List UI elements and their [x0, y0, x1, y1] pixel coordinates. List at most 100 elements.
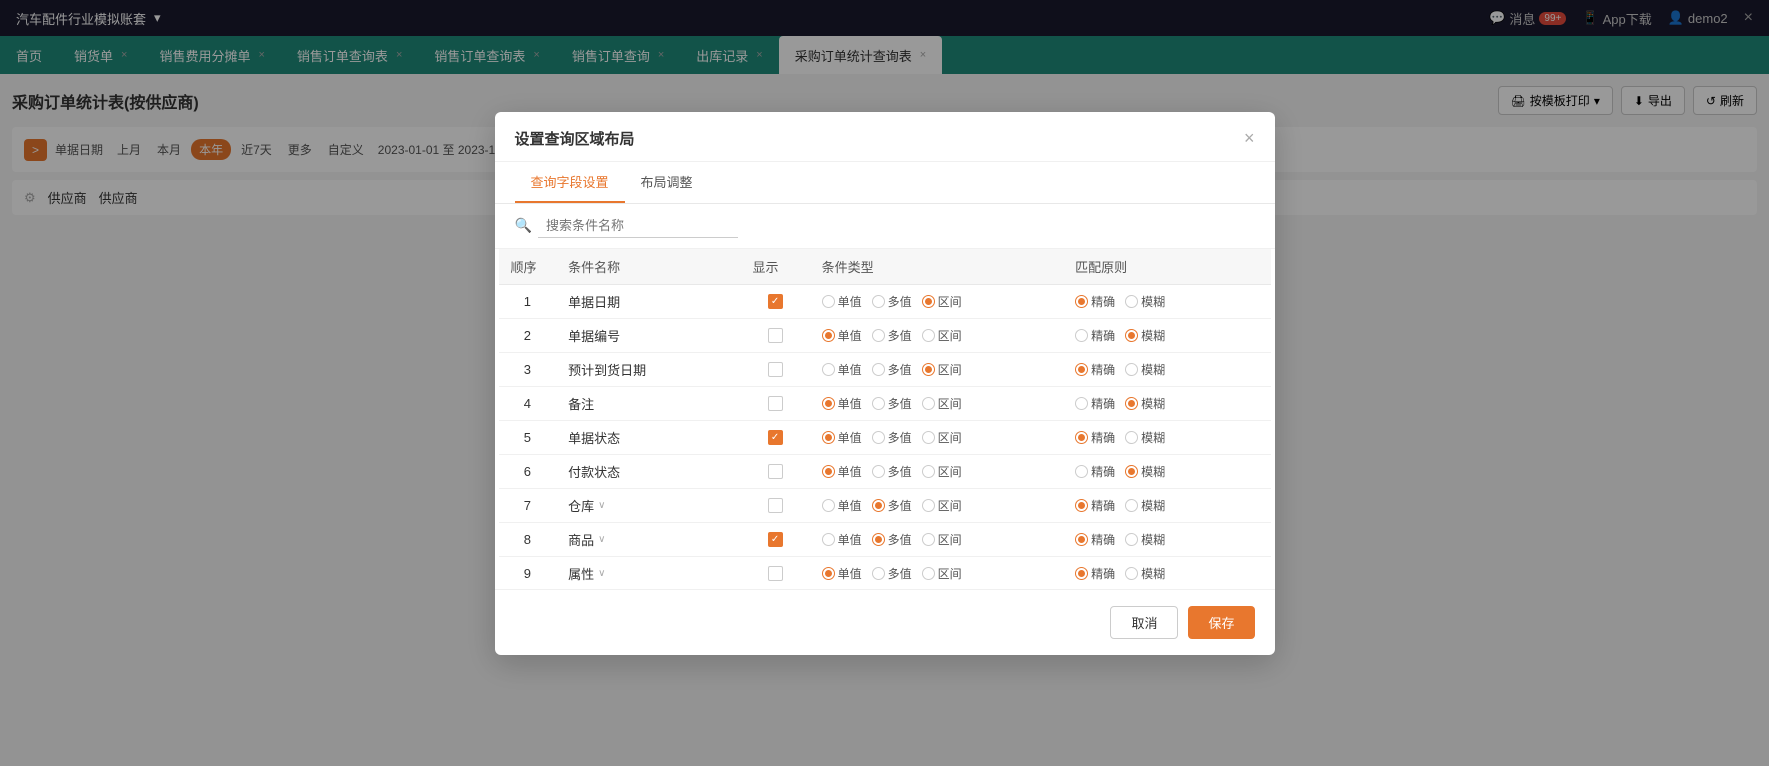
display-checkbox[interactable] [768, 396, 783, 411]
cancel-button[interactable]: 取消 [1110, 606, 1178, 639]
match-radio-item[interactable]: 精确 [1075, 429, 1115, 446]
dialog-footer: 取消 保存 [495, 589, 1275, 655]
match-radio-item[interactable]: 精确 [1075, 361, 1115, 378]
match-radio-item[interactable]: 精确 [1075, 497, 1115, 514]
row-display-checkbox[interactable] [740, 352, 809, 386]
row-display-checkbox[interactable] [740, 284, 809, 318]
type-radio-item[interactable]: 区间 [922, 327, 962, 344]
match-radio-item[interactable]: 模糊 [1125, 497, 1165, 514]
save-button[interactable]: 保存 [1188, 606, 1254, 639]
row-order: 7 [499, 488, 557, 522]
display-checkbox[interactable] [768, 362, 783, 377]
row-display-checkbox[interactable] [740, 522, 809, 556]
radio-circle-icon [1125, 465, 1138, 478]
radio-circle-icon [822, 465, 835, 478]
row-type-group: 单值多值 区间 [810, 420, 1063, 454]
match-radio-item[interactable]: 精确 [1075, 293, 1115, 310]
dialog-close-button[interactable]: × [1244, 129, 1255, 147]
radio-label-text: 精确 [1091, 565, 1115, 582]
row-type-group: 单值多值区间 [810, 386, 1063, 420]
radio-label-text: 模糊 [1141, 361, 1165, 378]
display-checkbox[interactable] [768, 328, 783, 343]
radio-label-text: 模糊 [1141, 293, 1165, 310]
row-display-checkbox[interactable] [740, 488, 809, 522]
match-radio-item[interactable]: 模糊 [1125, 395, 1165, 412]
match-radio-item[interactable]: 精确 [1075, 327, 1115, 344]
row-display-checkbox[interactable] [740, 454, 809, 488]
type-radio-item[interactable]: 多值 [872, 565, 912, 582]
type-radio-item[interactable]: 区间 [922, 429, 962, 446]
chevron-down-icon: ∨ [598, 500, 605, 511]
dialog-search-area: 🔍 [495, 204, 1275, 249]
type-radio-item[interactable]: 单值 [822, 463, 862, 480]
match-radio-item[interactable]: 模糊 [1125, 293, 1165, 310]
type-radio-item[interactable]: 区间 [922, 361, 962, 378]
table-row: 3预计到货日期单值多值区间精确模糊 [499, 352, 1271, 386]
type-radio-item[interactable]: 区间 [922, 565, 962, 582]
radio-label-text: 模糊 [1141, 463, 1165, 480]
type-radio-item[interactable]: 单值 [822, 293, 862, 310]
row-match-group: 精确模糊 [1063, 386, 1270, 420]
type-radio-item[interactable]: 区间 [922, 293, 962, 310]
match-radio-item[interactable]: 模糊 [1125, 361, 1165, 378]
radio-circle-icon [1125, 363, 1138, 376]
row-display-checkbox[interactable] [740, 420, 809, 454]
radio-circle-icon [822, 567, 835, 580]
radio-circle-icon [822, 431, 835, 444]
type-radio-item[interactable]: 单值 [822, 361, 862, 378]
type-radio-item[interactable]: 多值 [872, 293, 912, 310]
match-radio-item[interactable]: 模糊 [1125, 463, 1165, 480]
dialog-tab-field-settings[interactable]: 查询字段设置 [515, 162, 625, 203]
radio-label-text: 区间 [938, 429, 962, 446]
row-name: 属性 ∨ [556, 556, 740, 589]
type-radio-item[interactable]: 多值 [872, 361, 912, 378]
match-radio-item[interactable]: 模糊 [1125, 327, 1165, 344]
radio-label-text: 多值 [888, 531, 912, 548]
match-radio-item[interactable]: 模糊 [1125, 565, 1165, 582]
match-radio-item[interactable]: 精确 [1075, 395, 1115, 412]
row-display-checkbox[interactable] [740, 318, 809, 352]
display-checkbox[interactable] [768, 566, 783, 581]
radio-circle-icon [872, 465, 885, 478]
radio-circle-icon [922, 363, 935, 376]
type-radio-item[interactable]: 区间 [922, 395, 962, 412]
radio-circle-icon [1075, 499, 1088, 512]
type-radio-item[interactable]: 单值 [822, 497, 862, 514]
radio-circle-icon [922, 329, 935, 342]
type-radio-item[interactable]: 区间 [922, 531, 962, 548]
type-radio-item[interactable]: 多值 [872, 497, 912, 514]
type-radio-item[interactable]: 多值 [872, 463, 912, 480]
dialog-tab-layout[interactable]: 布局调整 [625, 162, 709, 203]
match-radio-item[interactable]: 模糊 [1125, 429, 1165, 446]
row-display-checkbox[interactable] [740, 556, 809, 589]
type-radio-item[interactable]: 单值 [822, 429, 862, 446]
display-checkbox[interactable] [768, 430, 783, 445]
type-radio-item[interactable]: 区间 [922, 463, 962, 480]
radio-circle-icon [822, 329, 835, 342]
row-name-text: 商品 ∨ [568, 530, 728, 549]
type-radio-item[interactable]: 多值 [872, 429, 912, 446]
match-radio-item[interactable]: 精确 [1075, 531, 1115, 548]
condition-search-input[interactable] [538, 214, 738, 238]
type-radio-item[interactable]: 多值 [872, 395, 912, 412]
settings-dialog: 设置查询区域布局 × 查询字段设置 布局调整 🔍 [495, 112, 1275, 655]
type-radio-item[interactable]: 多值 [872, 327, 912, 344]
col-header-type: 条件类型 [810, 249, 1063, 285]
match-radio-item[interactable]: 模糊 [1125, 531, 1165, 548]
display-checkbox[interactable] [768, 532, 783, 547]
row-display-checkbox[interactable] [740, 386, 809, 420]
display-checkbox[interactable] [768, 294, 783, 309]
type-radio-item[interactable]: 区间 [922, 497, 962, 514]
conditions-table-scroll[interactable]: 顺序 条件名称 显示 条件类型 [495, 249, 1275, 589]
display-checkbox[interactable] [768, 464, 783, 479]
type-radio-item[interactable]: 多值 [872, 531, 912, 548]
display-checkbox[interactable] [768, 498, 783, 513]
type-radio-item[interactable]: 单值 [822, 327, 862, 344]
type-radio-item[interactable]: 单值 [822, 395, 862, 412]
match-radio-item[interactable]: 精确 [1075, 463, 1115, 480]
match-radio-item[interactable]: 精确 [1075, 565, 1115, 582]
table-row: 4备注单值多值区间精确模糊 [499, 386, 1271, 420]
type-radio-item[interactable]: 单值 [822, 531, 862, 548]
radio-label-text: 区间 [938, 531, 962, 548]
type-radio-item[interactable]: 单值 [822, 565, 862, 582]
